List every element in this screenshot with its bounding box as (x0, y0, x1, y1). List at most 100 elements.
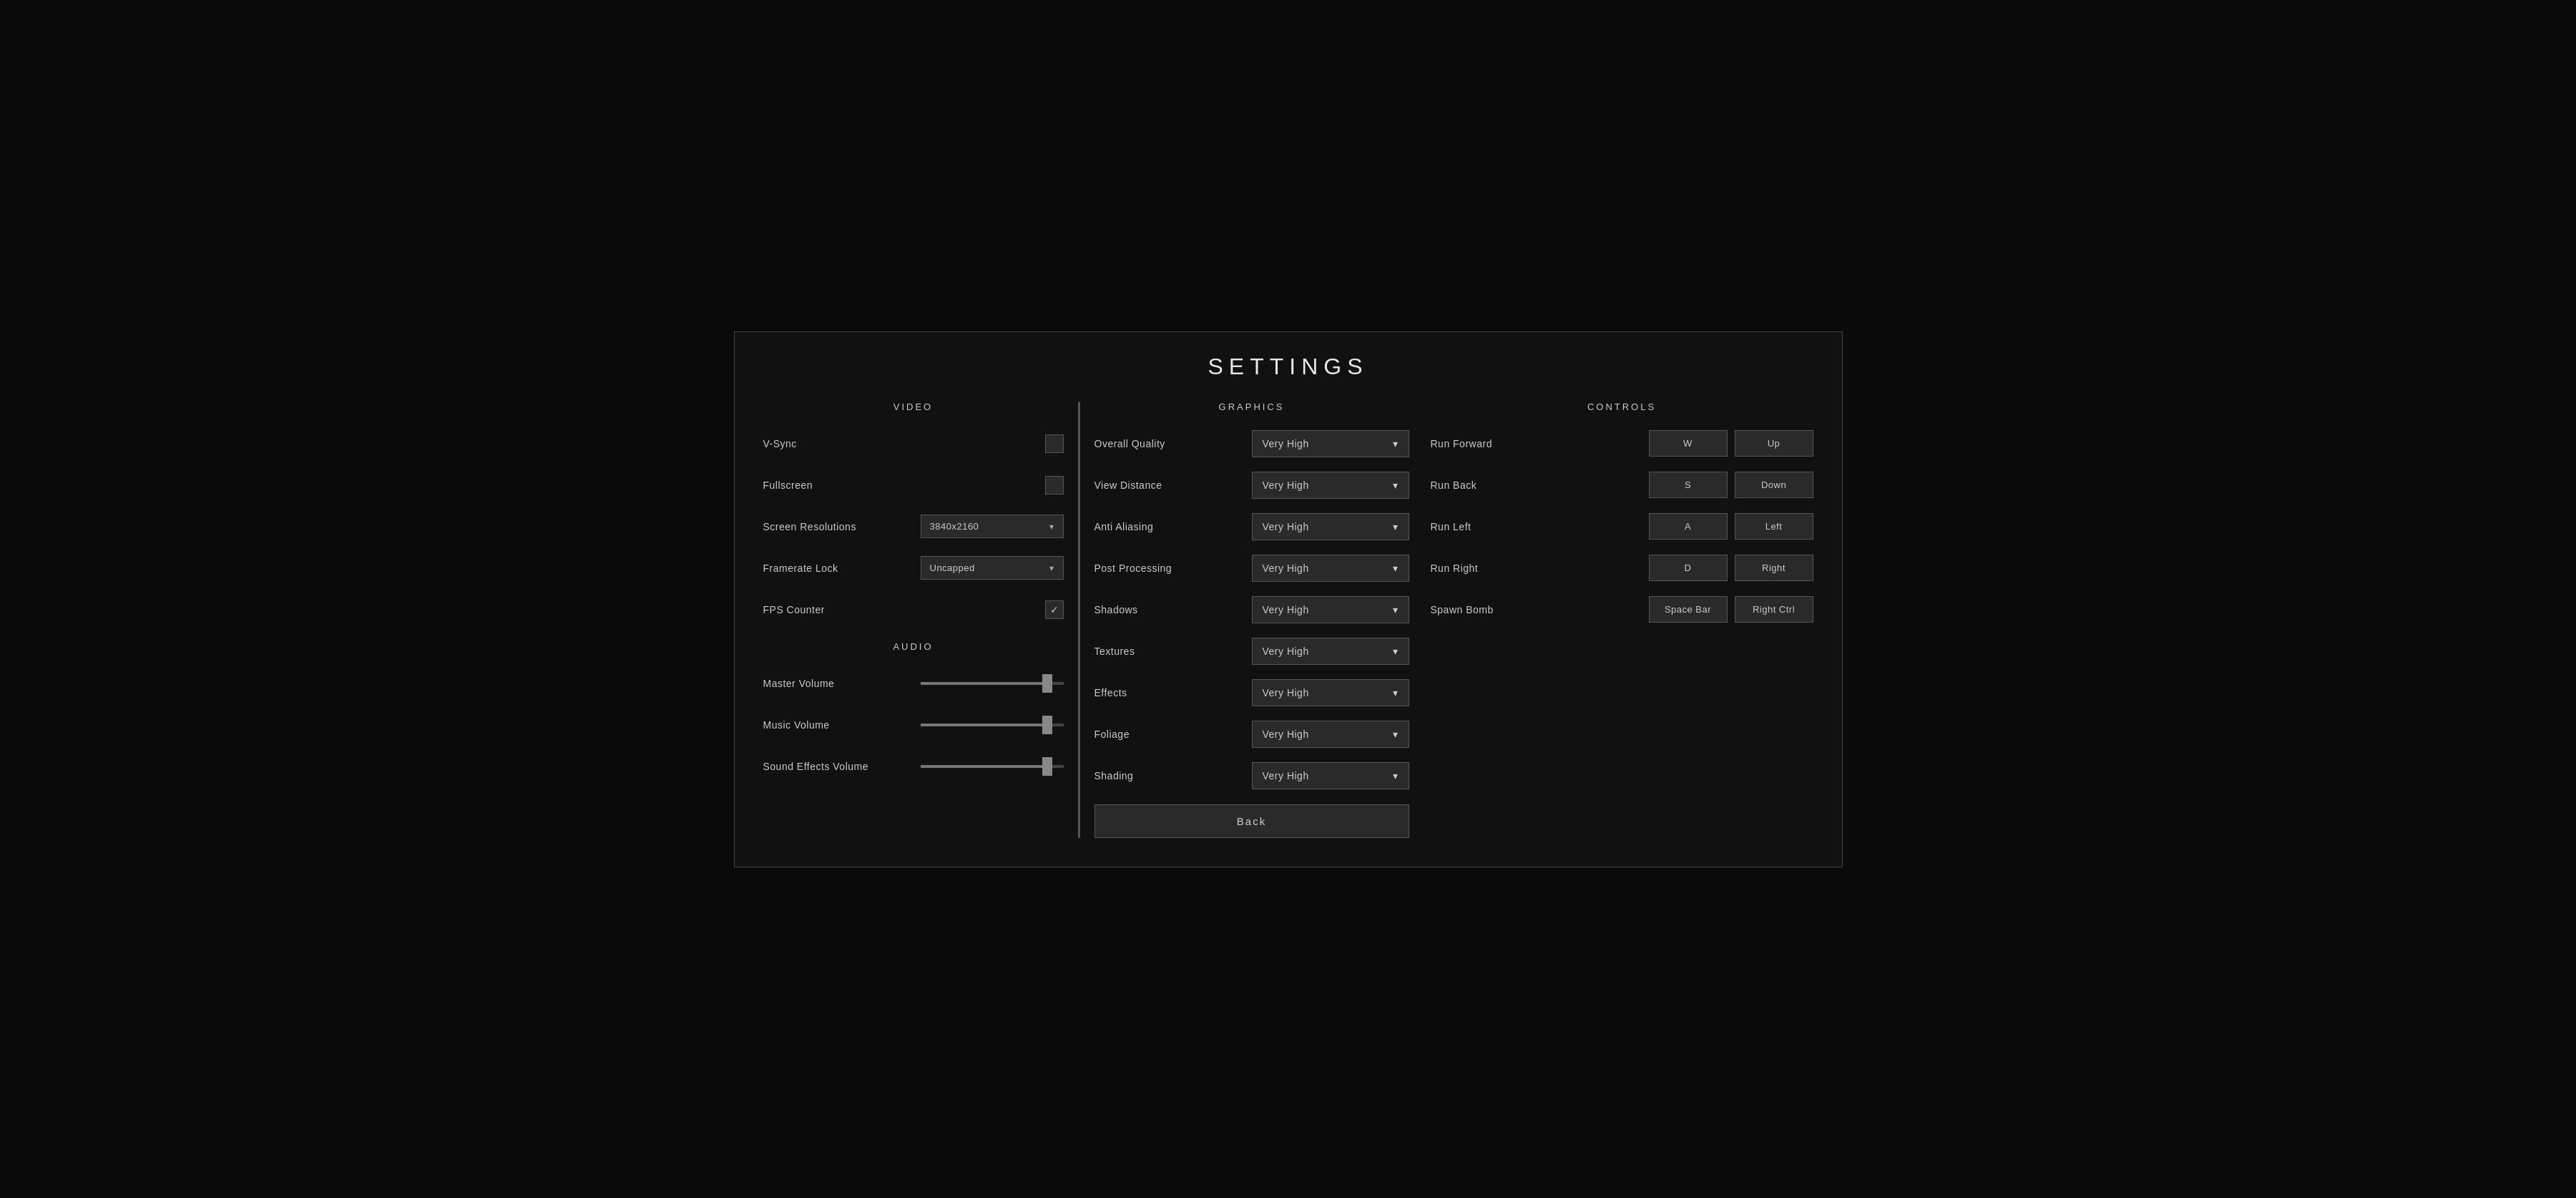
music-volume-row: Music Volume (763, 711, 1064, 739)
effects-row: Effects Very High ▾ (1094, 678, 1409, 707)
master-volume-row: Master Volume (763, 669, 1064, 698)
run-back-label: Run Back (1431, 479, 1524, 491)
fullscreen-checkbox[interactable] (1045, 476, 1064, 495)
view-distance-dropdown[interactable]: Very High ▾ (1252, 472, 1409, 499)
sfx-volume-slider[interactable] (921, 765, 1064, 768)
foliage-label: Foliage (1094, 729, 1130, 740)
run-forward-label: Run Forward (1431, 438, 1524, 449)
spawn-bomb-label: Spawn Bomb (1431, 604, 1524, 615)
run-right-row: Run Right D Right (1431, 554, 1813, 583)
view-distance-label: View Distance (1094, 479, 1162, 491)
sfx-volume-thumb[interactable] (1042, 757, 1052, 776)
shading-row: Shading Very High ▾ (1094, 761, 1409, 790)
effects-value: Very High (1263, 687, 1309, 698)
spawn-bomb-row: Spawn Bomb Space Bar Right Ctrl (1431, 595, 1813, 624)
view-distance-value: Very High (1263, 479, 1309, 491)
run-left-key2[interactable]: Left (1735, 513, 1813, 540)
foliage-value: Very High (1263, 729, 1309, 740)
anti-aliasing-dropdown[interactable]: Very High ▾ (1252, 513, 1409, 540)
music-volume-thumb[interactable] (1042, 716, 1052, 734)
shading-dropdown[interactable]: Very High ▾ (1252, 762, 1409, 789)
run-right-key1[interactable]: D (1649, 555, 1728, 581)
anti-aliasing-value: Very High (1263, 521, 1309, 532)
vertical-divider (1078, 401, 1080, 838)
effects-label: Effects (1094, 687, 1127, 698)
chevron-down-icon: ▾ (1393, 770, 1399, 781)
overall-quality-label: Overall Quality (1094, 438, 1165, 449)
run-left-keys: A Left (1524, 513, 1813, 540)
chevron-down-icon: ▾ (1393, 729, 1399, 740)
framerate-label: Framerate Lock (763, 563, 838, 574)
run-forward-row: Run Forward W Up (1431, 429, 1813, 458)
framerate-value: Uncapped (930, 563, 975, 573)
vsync-label: V-Sync (763, 438, 797, 449)
master-volume-thumb[interactable] (1042, 674, 1052, 693)
shadows-dropdown[interactable]: Very High ▾ (1252, 596, 1409, 623)
overall-quality-row: Overall Quality Very High ▾ (1094, 429, 1409, 458)
foliage-row: Foliage Very High ▾ (1094, 720, 1409, 749)
graphics-column: GRAPHICS Overall Quality Very High ▾ Vie… (1094, 401, 1409, 838)
spawn-bomb-key1[interactable]: Space Bar (1649, 596, 1728, 623)
chevron-down-icon: ▾ (1393, 479, 1399, 491)
textures-row: Textures Very High ▾ (1094, 637, 1409, 666)
run-forward-keys: W Up (1524, 430, 1813, 457)
back-button[interactable]: Back (1094, 804, 1409, 838)
post-processing-label: Post Processing (1094, 563, 1172, 574)
shadows-row: Shadows Very High ▾ (1094, 595, 1409, 624)
controls-section-title: CONTROLS (1431, 401, 1813, 412)
run-back-key1[interactable]: S (1649, 472, 1728, 498)
chevron-down-icon: ▾ (1393, 438, 1399, 449)
sfx-volume-fill (921, 765, 1042, 768)
vsync-row: V-Sync (763, 429, 1064, 458)
spacer (1409, 401, 1431, 838)
view-distance-row: View Distance Very High ▾ (1094, 471, 1409, 500)
run-left-key1[interactable]: A (1649, 513, 1728, 540)
sfx-volume-row: Sound Effects Volume (763, 752, 1064, 781)
sfx-volume-label: Sound Effects Volume (763, 761, 869, 772)
anti-aliasing-label: Anti Aliasing (1094, 521, 1154, 532)
screen-res-dropdown[interactable]: 3840x2160 ▾ (921, 515, 1064, 538)
framerate-row: Framerate Lock Uncapped ▾ (763, 554, 1064, 583)
screen-res-value: 3840x2160 (930, 521, 979, 532)
run-right-key2[interactable]: Right (1735, 555, 1813, 581)
fps-counter-row: FPS Counter (763, 595, 1064, 624)
textures-value: Very High (1263, 646, 1309, 657)
audio-section-title: AUDIO (763, 641, 1064, 652)
chevron-down-icon: ▾ (1393, 646, 1399, 657)
vsync-checkbox[interactable] (1045, 434, 1064, 453)
chevron-down-icon: ▾ (1393, 604, 1399, 615)
framerate-dropdown[interactable]: Uncapped ▾ (921, 556, 1064, 580)
run-forward-key2[interactable]: Up (1735, 430, 1813, 457)
textures-dropdown[interactable]: Very High ▾ (1252, 638, 1409, 665)
run-back-row: Run Back S Down (1431, 471, 1813, 500)
run-right-label: Run Right (1431, 563, 1524, 574)
foliage-dropdown[interactable]: Very High ▾ (1252, 721, 1409, 748)
chevron-down-icon: ▾ (1393, 521, 1399, 532)
shadows-value: Very High (1263, 604, 1309, 615)
master-volume-label: Master Volume (763, 678, 835, 689)
music-volume-label: Music Volume (763, 719, 830, 731)
columns-wrapper: VIDEO V-Sync Fullscreen Screen Resolutio… (763, 401, 1813, 838)
run-back-keys: S Down (1524, 472, 1813, 498)
screen-res-label: Screen Resolutions (763, 521, 856, 532)
fps-counter-label: FPS Counter (763, 604, 825, 615)
spawn-bomb-keys: Space Bar Right Ctrl (1524, 596, 1813, 623)
video-column: VIDEO V-Sync Fullscreen Screen Resolutio… (763, 401, 1064, 838)
overall-quality-dropdown[interactable]: Very High ▾ (1252, 430, 1409, 457)
music-volume-fill (921, 724, 1042, 726)
master-volume-fill (921, 682, 1042, 685)
run-back-key2[interactable]: Down (1735, 472, 1813, 498)
music-volume-slider[interactable] (921, 724, 1064, 726)
post-processing-dropdown[interactable]: Very High ▾ (1252, 555, 1409, 582)
shading-value: Very High (1263, 770, 1309, 781)
run-forward-key1[interactable]: W (1649, 430, 1728, 457)
fullscreen-row: Fullscreen (763, 471, 1064, 500)
textures-label: Textures (1094, 646, 1135, 657)
effects-dropdown[interactable]: Very High ▾ (1252, 679, 1409, 706)
fps-counter-checkbox[interactable] (1045, 600, 1064, 619)
fullscreen-label: Fullscreen (763, 479, 813, 491)
page-title: SETTINGS (763, 354, 1813, 380)
master-volume-slider[interactable] (921, 682, 1064, 685)
overall-quality-value: Very High (1263, 438, 1309, 449)
spawn-bomb-key2[interactable]: Right Ctrl (1735, 596, 1813, 623)
